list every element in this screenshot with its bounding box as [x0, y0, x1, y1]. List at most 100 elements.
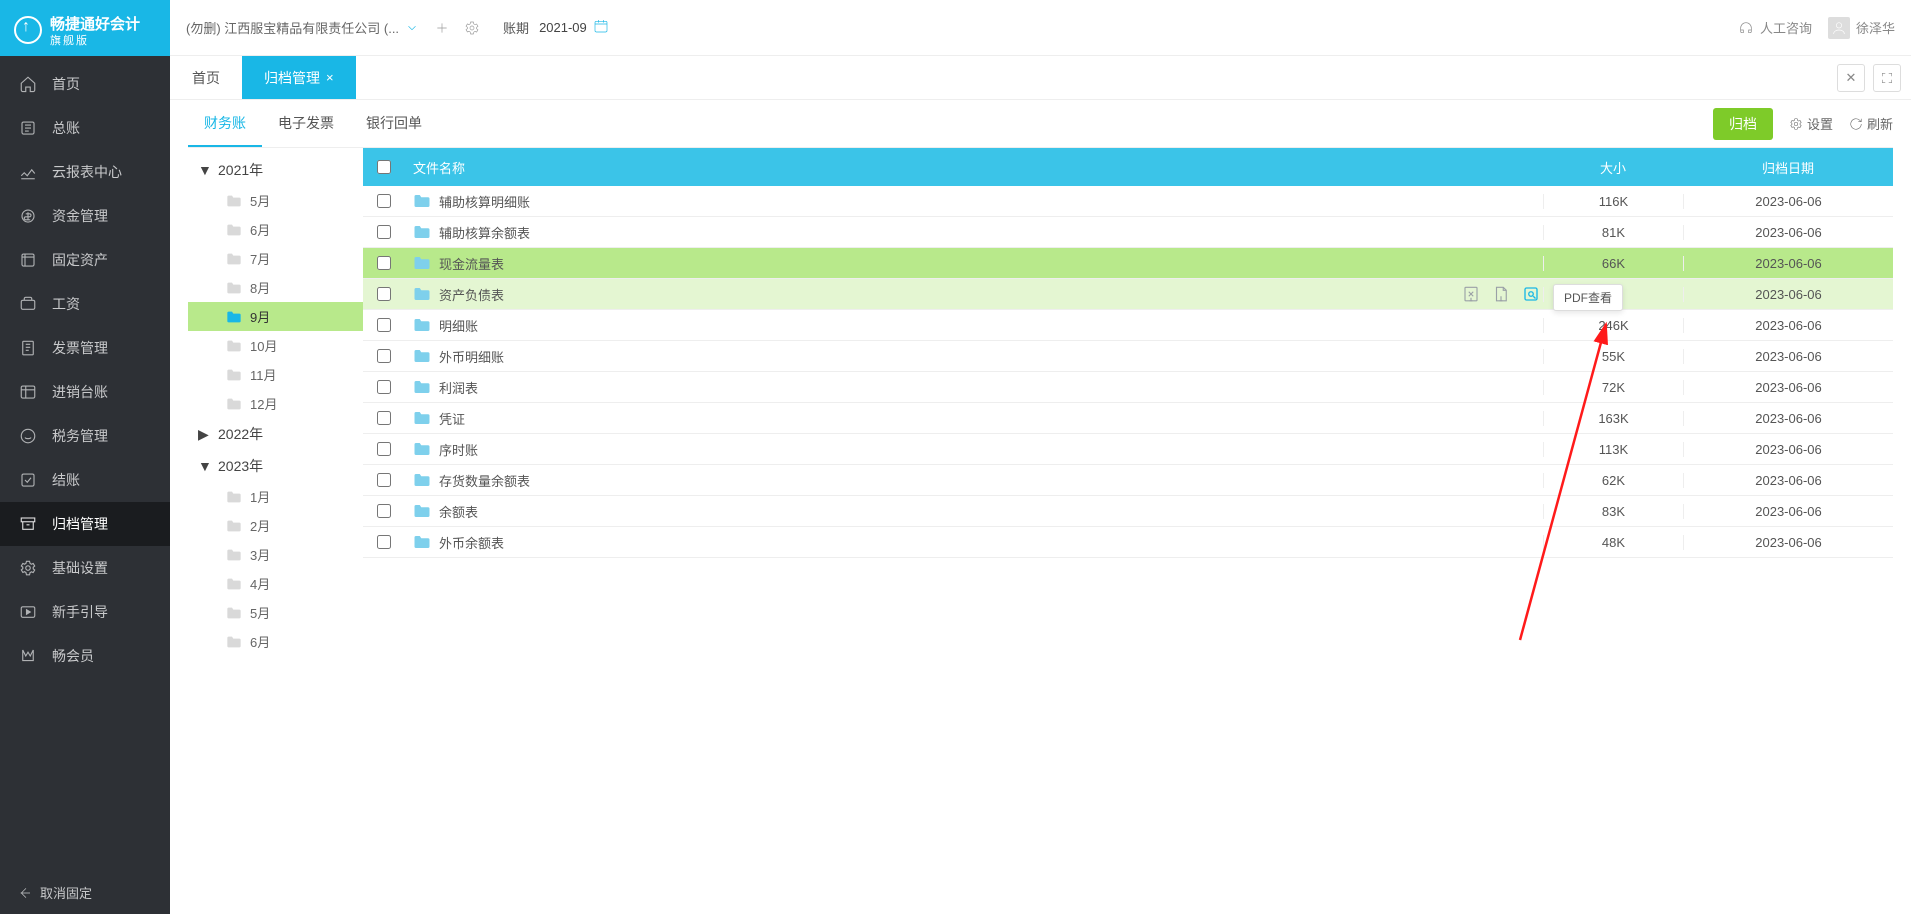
nav-item-asset[interactable]: 固定资产 [0, 238, 170, 282]
nav-item-psi[interactable]: 进销台账 [0, 370, 170, 414]
file-size: 116K [1543, 194, 1683, 209]
tree-month[interactable]: 12月 [188, 389, 363, 418]
tree-year[interactable]: ▼2021年 [188, 154, 363, 186]
tree-month[interactable]: 9月 [188, 302, 363, 331]
refresh-button[interactable]: 刷新 [1849, 114, 1893, 133]
tree-year[interactable]: ▼2023年 [188, 450, 363, 482]
archive-button[interactable]: 归档 [1713, 108, 1773, 140]
month-label: 5月 [250, 191, 270, 210]
fullscreen-button[interactable] [1873, 64, 1901, 92]
file-name: 存货数量余额表 [439, 471, 530, 490]
table-row[interactable]: 辅助核算余额表81K2023-06-06 [363, 217, 1893, 248]
consult-label: 人工咨询 [1760, 18, 1812, 37]
tree-month[interactable]: 7月 [188, 244, 363, 273]
company-name: (勿删) 江西服宝精品有限责任公司 (... [186, 18, 399, 37]
file-name: 辅助核算明细账 [439, 192, 530, 211]
nav-item-archive[interactable]: 归档管理 [0, 502, 170, 546]
folder-icon [226, 252, 242, 266]
row-checkbox[interactable] [377, 349, 391, 363]
tree-month[interactable]: 6月 [188, 627, 363, 656]
nav-item-invoice[interactable]: 发票管理 [0, 326, 170, 370]
nav-item-salary[interactable]: 工资 [0, 282, 170, 326]
tree-month[interactable]: 5月 [188, 598, 363, 627]
header-settings-button[interactable] [459, 15, 485, 41]
row-checkbox[interactable] [377, 318, 391, 332]
row-checkbox[interactable] [377, 225, 391, 239]
calendar-icon[interactable] [593, 18, 609, 37]
table-row[interactable]: 辅助核算明细账116K2023-06-06 [363, 186, 1893, 217]
tree-month[interactable]: 10月 [188, 331, 363, 360]
row-checkbox[interactable] [377, 504, 391, 518]
nav-item-cloud-report[interactable]: 云报表中心 [0, 150, 170, 194]
file-size: 62K [1543, 473, 1683, 488]
table-row[interactable]: 凭证163K2023-06-06 [363, 403, 1893, 434]
nav-item-member[interactable]: 畅会员 [0, 634, 170, 678]
caret-icon: ▼ [198, 162, 214, 178]
nav-item-guide[interactable]: 新手引导 [0, 590, 170, 634]
tree-month[interactable]: 1月 [188, 482, 363, 511]
tree-month[interactable]: 8月 [188, 273, 363, 302]
nav-label: 畅会员 [52, 646, 94, 666]
close-icon[interactable]: × [326, 70, 334, 85]
sub-tab[interactable]: 银行回单 [350, 100, 438, 147]
nav-label: 发票管理 [52, 338, 108, 358]
row-checkbox[interactable] [377, 535, 391, 549]
download-excel-icon[interactable] [1461, 284, 1481, 304]
settings-button[interactable]: 设置 [1789, 114, 1833, 133]
file-name: 余额表 [439, 502, 478, 521]
nav-item-tax[interactable]: 税务管理 [0, 414, 170, 458]
row-checkbox[interactable] [377, 411, 391, 425]
sub-tab[interactable]: 财务账 [188, 100, 262, 147]
tree-month[interactable]: 6月 [188, 215, 363, 244]
page-tab[interactable]: 归档管理× [242, 56, 356, 99]
nav-item-ledger[interactable]: 总账 [0, 106, 170, 150]
company-selector[interactable]: (勿删) 江西服宝精品有限责任公司 (... [186, 18, 419, 37]
file-icon [413, 410, 431, 426]
tree-month[interactable]: 2月 [188, 511, 363, 540]
row-checkbox[interactable] [377, 287, 391, 301]
table-row[interactable]: 外币明细账55K2023-06-06 [363, 341, 1893, 372]
user-menu[interactable]: 徐泽华 [1828, 17, 1895, 39]
file-date: 2023-06-06 [1683, 256, 1893, 271]
month-label: 6月 [250, 632, 270, 651]
table-row[interactable]: 现金流量表66K2023-06-06 [363, 248, 1893, 279]
nav-item-fund[interactable]: 资金管理 [0, 194, 170, 238]
nav-label: 总账 [52, 118, 80, 138]
unpin-button[interactable]: 取消固定 [0, 871, 170, 914]
tree-month[interactable]: 5月 [188, 186, 363, 215]
tree-month[interactable]: 4月 [188, 569, 363, 598]
page-tab[interactable]: 首页 [170, 56, 242, 99]
table-row[interactable]: 余额表83K2023-06-06 [363, 496, 1893, 527]
pdf-view-icon[interactable] [1521, 284, 1541, 304]
row-checkbox[interactable] [377, 380, 391, 394]
sub-tab[interactable]: 电子发票 [262, 100, 350, 147]
file-icon [413, 193, 431, 209]
row-checkbox[interactable] [377, 256, 391, 270]
content: 财务账电子发票银行回单 归档 设置 刷新 ▼2021年5月6月7月8月9月10月… [170, 100, 1911, 914]
tab-close-button[interactable]: ✕ [1837, 64, 1865, 92]
nav-item-setting[interactable]: 基础设置 [0, 546, 170, 590]
select-all-checkbox[interactable] [377, 160, 391, 174]
table-row[interactable]: 序时账113K2023-06-06 [363, 434, 1893, 465]
tree-month[interactable]: 3月 [188, 540, 363, 569]
month-label: 5月 [250, 603, 270, 622]
nav-item-home[interactable]: 首页 [0, 62, 170, 106]
home-icon [18, 74, 38, 94]
table-row[interactable]: 明细账246K2023-06-06 [363, 310, 1893, 341]
row-checkbox[interactable] [377, 194, 391, 208]
brand-edition: 旗舰版 [50, 32, 140, 48]
nav-item-close[interactable]: 结账 [0, 458, 170, 502]
table-row[interactable]: 外币余额表48K2023-06-06 [363, 527, 1893, 558]
tree-month[interactable]: 11月 [188, 360, 363, 389]
table-row[interactable]: 存货数量余额表62K2023-06-06 [363, 465, 1893, 496]
member-icon [18, 646, 38, 666]
row-checkbox[interactable] [377, 473, 391, 487]
add-button[interactable] [429, 15, 455, 41]
table-row[interactable]: 资产负债表1K2023-06-06PDF查看 [363, 279, 1893, 310]
consult-button[interactable]: 人工咨询 [1738, 18, 1812, 37]
table-row[interactable]: 利润表72K2023-06-06 [363, 372, 1893, 403]
download-pdf-icon[interactable] [1491, 284, 1511, 304]
nav-label: 固定资产 [52, 250, 108, 270]
row-checkbox[interactable] [377, 442, 391, 456]
tree-year[interactable]: ▶2022年 [188, 418, 363, 450]
